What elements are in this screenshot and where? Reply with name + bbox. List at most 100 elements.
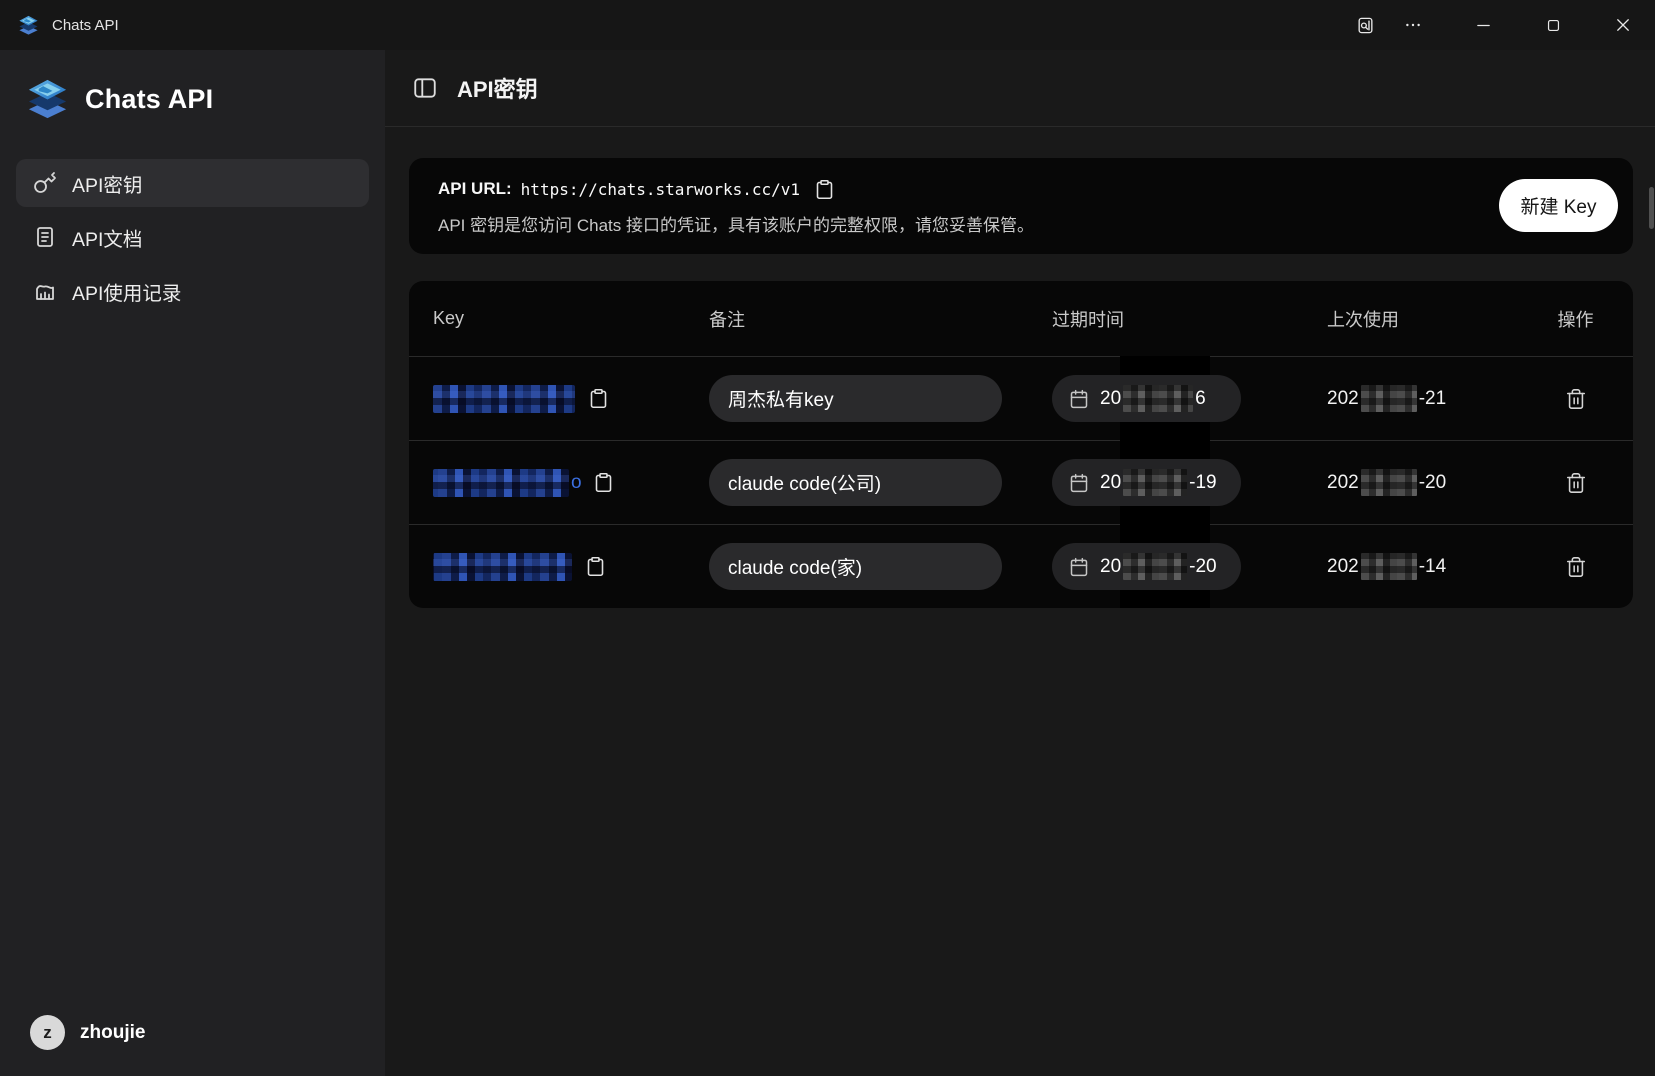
maximize-button[interactable] [1529,0,1577,50]
note-input[interactable] [709,459,1002,506]
key-suffix: o [571,471,582,493]
avatar: z [30,1015,65,1050]
last-used-suffix: -14 [1418,555,1447,577]
sidebar-toggle-button[interactable] [412,75,438,101]
note-cell [709,357,1052,440]
close-icon [1617,19,1629,31]
expire-date-picker[interactable]: 20 -20 [1052,543,1241,590]
note-cell [709,441,1052,524]
delete-key-button[interactable] [1563,470,1589,496]
sidebar-item-api-keys[interactable]: API密钥 [16,159,369,207]
clipboard-icon [587,556,604,577]
usage-chart-icon [36,285,54,300]
document-icon [37,227,53,247]
key-cell [433,357,709,440]
page-title: API密钥 [457,77,538,102]
actions-cell [1542,357,1609,440]
main-area: API密钥 API URL: https://chats.starworks.c… [385,50,1655,1076]
sidebar-item-api-docs[interactable]: API文档 [16,213,369,261]
last-used-prefix: 202 [1327,387,1359,409]
titlebar: Chats API [0,0,1655,50]
sidebar-item-api-usage[interactable]: API使用记录 [16,267,369,315]
note-input[interactable] [709,375,1002,422]
trash-icon [1566,556,1585,577]
column-header-key: Key [433,308,465,328]
note-input[interactable] [709,543,1002,590]
expire-date-suffix: -19 [1189,471,1217,493]
search-window-icon [1357,17,1373,33]
redacted-date [1360,553,1417,580]
sidebar-item-label: API文档 [72,228,143,251]
key-cell [433,525,709,608]
key-cell: o [433,441,709,524]
expire-date-prefix: 20 [1100,555,1122,577]
redacted-key [433,468,569,497]
key-icon [34,172,56,193]
search-window-button[interactable] [1341,0,1389,50]
clipboard-icon [590,388,607,409]
scrollbar-thumb[interactable] [1649,187,1654,229]
api-url-value: https://chats.starworks.cc/v1 [520,179,801,199]
new-key-button[interactable]: 新建 Key [1499,179,1618,232]
api-url-label: API URL: [438,179,512,198]
copy-key-button[interactable] [591,470,616,495]
expire-date-picker[interactable]: 20 -19 [1052,459,1241,506]
trash-icon [1566,388,1585,409]
copy-url-button[interactable] [812,177,837,202]
api-keys-table: Key 备注 过期时间 上次使用 操作 周杰私有key 20 6 202 -21… [409,281,1633,608]
last-used-cell: 202 -14 [1327,525,1542,608]
column-header-note: 备注 [709,309,745,330]
clipboard-icon [816,179,833,199]
column-header-expire: 过期时间 [1052,309,1124,330]
window-controls [1341,0,1655,50]
expire-cell: 20 -20 [1052,524,1327,608]
redacted-key [433,552,572,581]
last-used-suffix: -20 [1418,471,1447,493]
api-info-card: API URL: https://chats.starworks.cc/v1 A… [409,158,1633,254]
expire-date-prefix: 20 [1100,471,1122,493]
last-used-prefix: 202 [1327,471,1359,493]
main-header: API密钥 [385,50,1655,127]
close-button[interactable] [1599,0,1647,50]
expire-cell: 20 6 [1052,356,1327,441]
panel-left-icon [414,78,436,98]
redacted-key [433,384,575,413]
expire-date-suffix: -20 [1189,555,1217,577]
calendar-icon [1070,389,1088,408]
minimize-button[interactable] [1459,0,1507,50]
expire-date-picker[interactable]: 20 6 [1052,375,1241,422]
table-row: 20 6 202 -21 [409,356,1633,441]
copy-key-button[interactable] [583,554,608,579]
actions-cell [1542,441,1609,524]
table-row: o claude code(公司) 20 -19 202 -20 [409,440,1633,525]
calendar-icon [1070,473,1088,492]
table-row: 20 -20 202 -14 [409,524,1633,608]
sidebar-item-label: API使用记录 [72,282,182,305]
redacted-date [1123,553,1188,580]
redacted-date [1360,469,1417,496]
delete-key-button[interactable] [1563,554,1589,580]
more-options-button[interactable] [1389,0,1437,50]
note-cell [709,525,1052,608]
delete-key-button[interactable] [1563,386,1589,412]
clipboard-icon [595,472,611,493]
brand-name: Chats API [85,84,214,114]
app-logo-icon [19,15,38,35]
copy-key-button[interactable] [586,386,611,411]
minimize-icon [1476,24,1490,26]
brand-logo-icon [28,79,67,119]
redacted-date [1123,385,1194,412]
user-profile[interactable]: z zhoujie [0,995,385,1076]
sidebar-item-label: API密钥 [72,174,143,197]
table-header-row: Key 备注 过期时间 上次使用 操作 [409,281,1633,356]
expire-cell: 20 -19 [1052,440,1327,525]
last-used-cell: 202 -21 [1327,357,1542,440]
column-header-last-used: 上次使用 [1327,309,1399,330]
trash-icon [1566,472,1585,493]
last-used-cell: 202 -20 [1327,441,1542,524]
redacted-date [1123,469,1188,496]
sidebar: Chats API API密钥 API文档 API使用记录 z zhoujie [0,50,385,1076]
window-title: Chats API [52,16,119,34]
last-used-suffix: -21 [1418,387,1447,409]
